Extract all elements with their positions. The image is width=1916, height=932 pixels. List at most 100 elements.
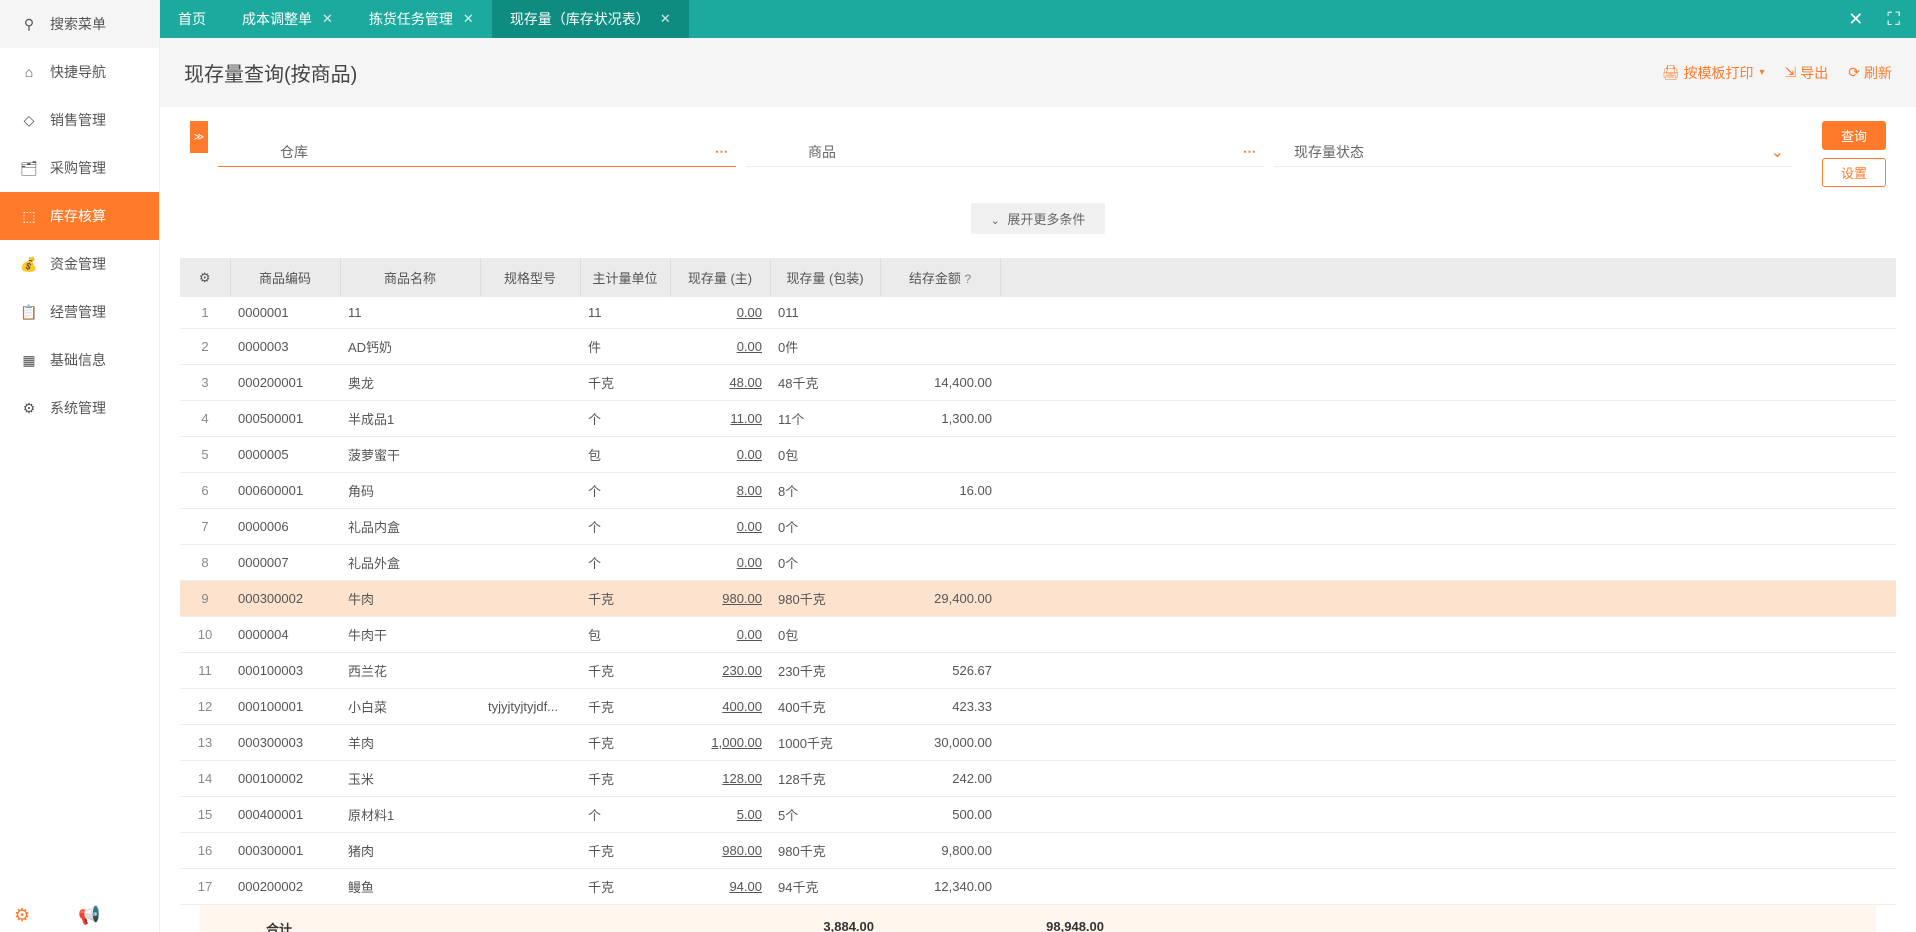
export-button[interactable]: ⇲ 导出 [1785,63,1829,83]
unit-column[interactable]: 主计量单位 [580,258,670,297]
status-field[interactable]: 现存量状态 ⌄ [1274,142,1792,167]
fullscreen-icon[interactable]: ⛶ [1881,9,1906,30]
cell-qty[interactable]: 0.00 [670,509,770,545]
spec-column[interactable]: 规格型号 [480,258,580,297]
refresh-button[interactable]: ⟳ 刷新 [1848,63,1892,83]
tab-3[interactable]: 现存量（库存状况表） ✕ [492,0,689,38]
chevron-down-icon[interactable]: ⌄ [1763,142,1792,162]
cell-qty[interactable]: 0.00 [670,437,770,473]
status-input[interactable] [1384,144,1763,159]
cell-qty[interactable]: 94.00 [670,869,770,905]
cell-pkg: 94千克 [770,869,880,905]
cell-spec [480,297,580,329]
table-row[interactable]: 11 000100003 西兰花 千克 230.00 230千克 526.67 [180,653,1896,689]
sidebar-item-purchase[interactable]: 🗂采购管理 [0,144,159,192]
table-row[interactable]: 1 0000001 11 11 0.00 011 [180,297,1896,329]
cell-name: 羊肉 [340,725,480,761]
cell-qty[interactable]: 0.00 [670,545,770,581]
sidebar-item-search[interactable]: ⚲搜索菜单 [0,0,159,48]
table-row[interactable]: 6 000600001 角码 个 8.00 8个 16.00 [180,473,1896,509]
sidebar-item-fund[interactable]: 💰资金管理 [0,240,159,288]
product-picker-icon[interactable]: ⋯ [1235,144,1264,160]
cell-unit: 千克 [580,365,670,401]
cell-qty[interactable]: 230.00 [670,653,770,689]
close-all-icon[interactable]: ✕ [1842,9,1869,30]
sidebar-item-system[interactable]: ⚙系统管理 [0,384,159,432]
cell-qty[interactable]: 980.00 [670,833,770,869]
sidebar-item-basic[interactable]: ▦基础信息 [0,336,159,384]
close-icon[interactable]: ✕ [463,11,474,27]
table-row[interactable]: 5 0000005 菠萝蜜干 包 0.00 0包 [180,437,1896,473]
warehouse-label: 仓库 [218,142,328,162]
tab-label: 现存量（库存状况表） [510,9,650,29]
message-icon[interactable]: 📢 [78,905,100,926]
help-icon[interactable]: ? [964,272,971,286]
sidebar-item-business[interactable]: 📋经营管理 [0,288,159,336]
warehouse-input[interactable] [328,144,707,159]
tab-1[interactable]: 成本调整单✕ [224,0,351,38]
cell-qty[interactable]: 48.00 [670,365,770,401]
table-row[interactable]: 13 000300003 羊肉 千克 1,000.00 1000千克 30,00… [180,725,1896,761]
cell-amount: 500.00 [880,797,1000,833]
qty-column[interactable]: 现存量 (主) [670,258,770,297]
product-field[interactable]: 商品 ⋯ [746,142,1264,167]
name-column[interactable]: 商品名称 [340,258,480,297]
query-button[interactable]: 查询 [1822,121,1886,150]
cell-name: 小白菜 [340,689,480,725]
expand-conditions-button[interactable]: ⌄ 展开更多条件 [971,203,1106,234]
table-row[interactable]: 4 000500001 半成品1 个 11.00 11个 1,300.00 [180,401,1896,437]
cell-unit: 千克 [580,869,670,905]
cell-code: 0000004 [230,617,340,653]
cell-qty[interactable]: 980.00 [670,581,770,617]
table-row[interactable]: 14 000100002 玉米 千克 128.00 128千克 242.00 [180,761,1896,797]
sidebar-item-inventory[interactable]: ⬚库存核算 [0,192,159,240]
table-row[interactable]: 16 000300001 猪肉 千克 980.00 980千克 9,800.00 [180,833,1896,869]
table-row[interactable]: 17 000200002 鳗鱼 千克 94.00 94千克 12,340.00 [180,869,1896,905]
cell-qty[interactable]: 11.00 [670,401,770,437]
cell-name: 牛肉干 [340,617,480,653]
cell-amount: 30,000.00 [880,725,1000,761]
cell-qty[interactable]: 0.00 [670,617,770,653]
settings-button[interactable]: 设置 [1822,158,1886,187]
warehouse-field[interactable]: 仓库 ⋯ [218,142,736,167]
table-row[interactable]: 15 000400001 原材料1 个 5.00 5个 500.00 [180,797,1896,833]
amount-column[interactable]: 结存金额 ? [880,258,1000,297]
collapse-filter-button[interactable]: ≫ [190,121,208,153]
cell-qty[interactable]: 5.00 [670,797,770,833]
settings-column[interactable]: ⚙ [180,258,230,297]
table-row[interactable]: 7 0000006 礼品内盒 个 0.00 0个 [180,509,1896,545]
cell-name: 菠萝蜜干 [340,437,480,473]
close-icon[interactable]: ✕ [322,11,333,27]
cell-unit: 个 [580,401,670,437]
product-input[interactable] [856,144,1235,159]
cell-code: 000200001 [230,365,340,401]
tab-0[interactable]: 首页 [160,0,224,38]
pkg-column[interactable]: 现存量 (包装) [770,258,880,297]
code-column[interactable]: 商品编码 [230,258,340,297]
tab-2[interactable]: 拣货任务管理✕ [351,0,492,38]
print-button[interactable]: 🖨 按模板打印 ▾ [1662,63,1765,83]
cell-qty[interactable]: 0.00 [670,297,770,329]
cell-qty[interactable]: 1,000.00 [670,725,770,761]
cell-qty[interactable]: 400.00 [670,689,770,725]
cell-amount: 29,400.00 [880,581,1000,617]
cell-qty[interactable]: 8.00 [670,473,770,509]
sidebar-item-sale[interactable]: ◇销售管理 [0,96,159,144]
row-index: 15 [180,797,230,833]
gear-icon[interactable]: ⚙ [14,905,30,926]
cell-qty[interactable]: 128.00 [670,761,770,797]
table-row[interactable]: 2 0000003 AD钙奶 件 0.00 0件 [180,329,1896,365]
cell-amount: 14,400.00 [880,365,1000,401]
table-row[interactable]: 8 0000007 礼品外盒 个 0.00 0个 [180,545,1896,581]
cell-amount [880,437,1000,473]
table-row[interactable]: 12 000100001 小白菜 tyjyjtyjtyjdf... 千克 400… [180,689,1896,725]
close-icon[interactable]: ✕ [660,11,671,27]
sidebar-item-home[interactable]: ⌂快捷导航 [0,48,159,96]
table-row[interactable]: 3 000200001 奥龙 千克 48.00 48千克 14,400.00 [180,365,1896,401]
table-row[interactable]: 9 000300002 牛肉 千克 980.00 980千克 29,400.00 [180,581,1896,617]
cell-qty[interactable]: 0.00 [670,329,770,365]
cell-pkg: 8个 [770,473,880,509]
warehouse-picker-icon[interactable]: ⋯ [707,144,736,160]
cell-unit: 千克 [580,725,670,761]
table-row[interactable]: 10 0000004 牛肉干 包 0.00 0包 [180,617,1896,653]
